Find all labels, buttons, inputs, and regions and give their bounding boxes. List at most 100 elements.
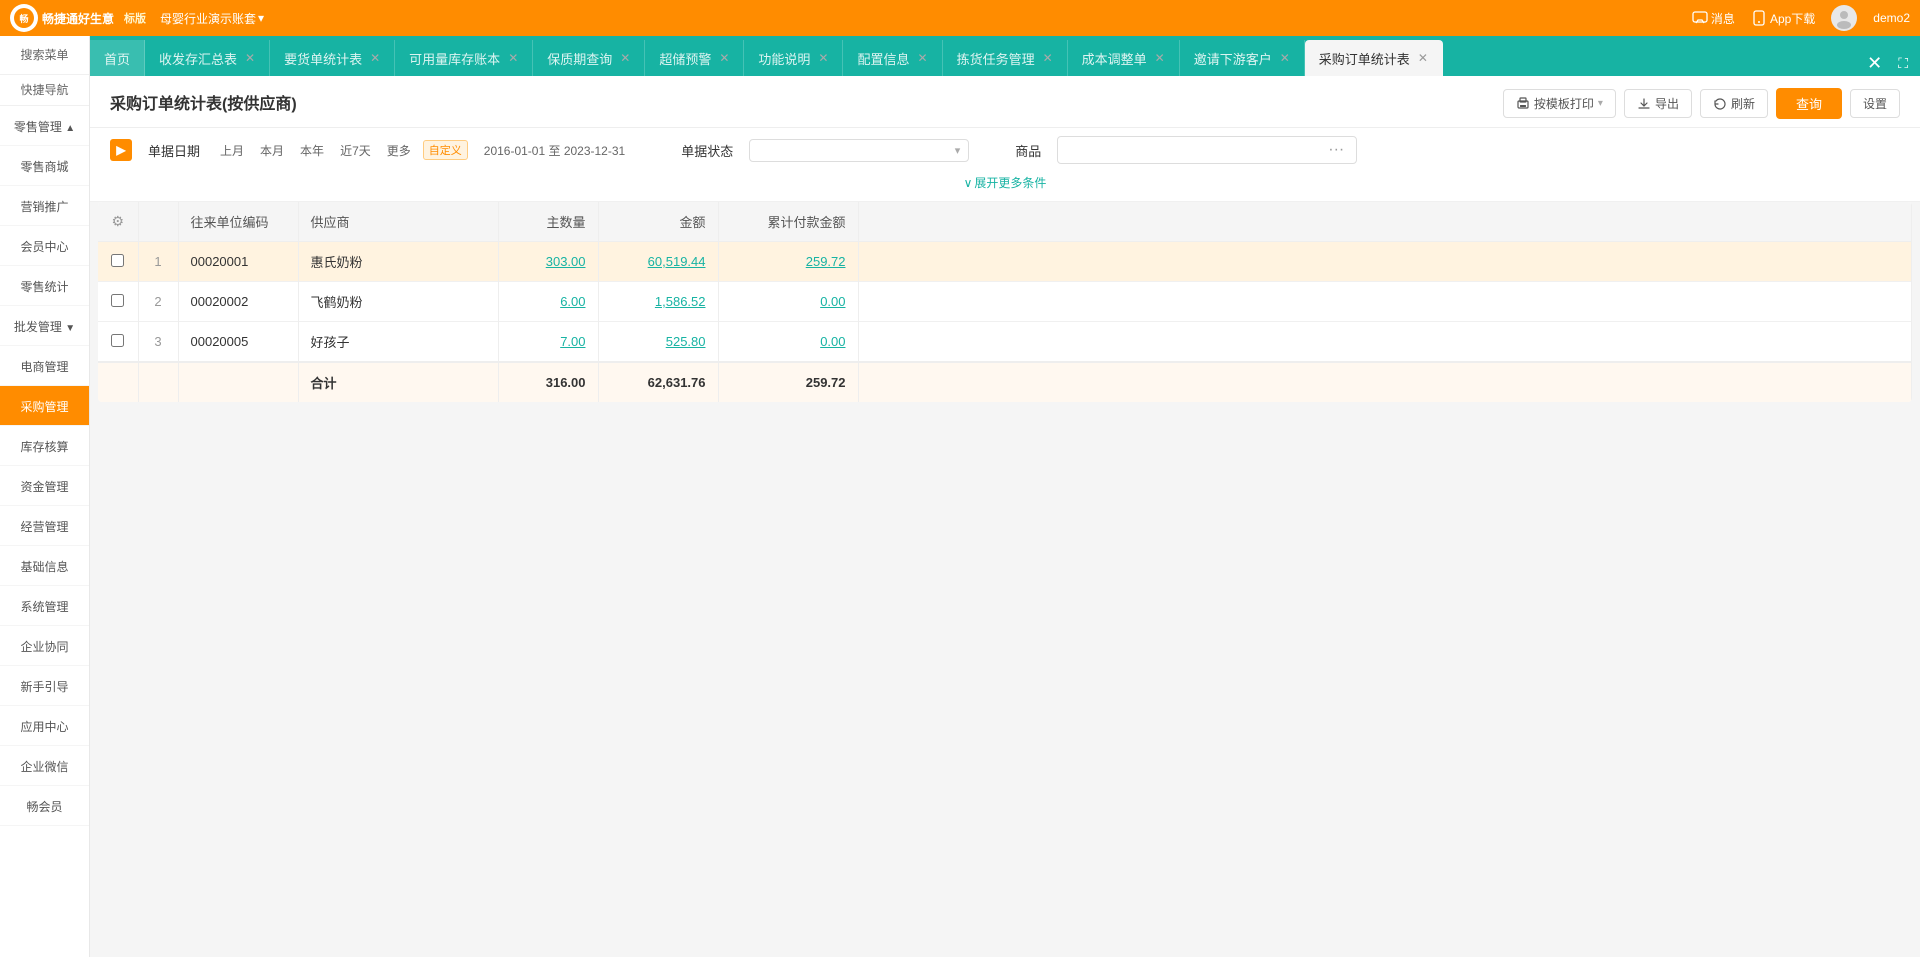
- tab-config-info[interactable]: 配置信息 ✕: [843, 40, 942, 76]
- tab-close-purchase-order-stats[interactable]: ✕: [1418, 51, 1428, 65]
- goods-more-icon[interactable]: ···: [1324, 141, 1348, 159]
- tab-close-cost-adjust[interactable]: ✕: [1155, 51, 1165, 65]
- app-download-button[interactable]: App下载: [1751, 10, 1815, 27]
- avatar: [1831, 5, 1857, 31]
- date-shortcuts: 上月 本月 本年 近7天 更多 自定义: [216, 140, 468, 161]
- footer-extra: [858, 362, 1912, 402]
- status-dropdown-icon: ▾: [955, 144, 961, 157]
- tab-func-desc[interactable]: 功能说明 ✕: [744, 40, 843, 76]
- table-header-row: ⚙ 往来单位编码 供应商 主数量 金额 累计付款金额: [98, 202, 1912, 242]
- sidebar-item-sys-mgmt[interactable]: 系统管理: [0, 586, 89, 626]
- date-btn-this-month[interactable]: 本月: [256, 140, 288, 161]
- workspace-selector[interactable]: 母婴行业演示账套 ▾: [160, 10, 264, 27]
- sidebar-item-ops-mgmt[interactable]: 经营管理: [0, 506, 89, 546]
- tab-purchase-order-stats[interactable]: 采购订单统计表 ✕: [1305, 40, 1443, 76]
- row-supplier-1: 惠氏奶粉: [298, 242, 498, 282]
- tab-close-pick-task[interactable]: ✕: [1043, 51, 1053, 65]
- print-dropdown-icon[interactable]: ▾: [1598, 98, 1603, 109]
- table-footer: 合计 316.00 62,631.76 259.72: [98, 362, 1912, 402]
- sidebar-item-inventory-check[interactable]: 库存核算: [0, 426, 89, 466]
- row-paid-1: 259.72: [718, 242, 858, 282]
- sidebar-item-retail-mgmt[interactable]: 零售管理 ▲: [0, 106, 89, 146]
- tab-close-config-info[interactable]: ✕: [918, 51, 928, 65]
- footer-total-label: 合计: [298, 362, 498, 402]
- col-header-num: [138, 202, 178, 242]
- row-extra-1: [858, 242, 1912, 282]
- topbar-right: 消息 App下载 demo2: [1692, 5, 1910, 31]
- custom-date-tag[interactable]: 自定义: [423, 140, 468, 160]
- export-button[interactable]: 导出: [1624, 89, 1692, 118]
- sidebar-item-basic-info[interactable]: 基础信息: [0, 546, 89, 586]
- tab-close-avail-inventory[interactable]: ✕: [508, 51, 518, 65]
- tab-home[interactable]: 首页: [90, 40, 145, 76]
- sidebar-item-retail-stats[interactable]: 零售统计: [0, 266, 89, 306]
- date-btn-more[interactable]: 更多: [383, 140, 415, 161]
- row-check-2[interactable]: [98, 282, 138, 322]
- settings-button[interactable]: 设置: [1850, 89, 1900, 118]
- status-select[interactable]: ▾: [749, 139, 969, 162]
- filter-section: ▶ 单据日期 上月 本月 本年 近7天 更多 自定义 2016-01-01 至 …: [90, 128, 1920, 202]
- tab-shelf-life[interactable]: 保质期查询 ✕: [533, 40, 645, 76]
- sidebar-quick-nav[interactable]: 快捷导航: [0, 75, 89, 106]
- date-btn-last-month[interactable]: 上月: [216, 140, 248, 161]
- row-check-1[interactable]: [98, 242, 138, 282]
- footer-qty: 316.00: [498, 362, 598, 402]
- refresh-button[interactable]: 刷新: [1700, 89, 1768, 118]
- tab-pick-task[interactable]: 拣货任务管理 ✕: [943, 40, 1068, 76]
- table-row: 2 00020002 飞鹤奶粉 6.00 1,586.52 0.00: [98, 282, 1912, 322]
- row-supplier-3: 好孩子: [298, 322, 498, 363]
- row-qty-1: 303.00: [498, 242, 598, 282]
- table-row: 3 00020005 好孩子 7.00 525.80 0.00: [98, 322, 1912, 363]
- tab-fullscreen-button[interactable]: ⛶: [1894, 53, 1912, 74]
- expand-filter-button[interactable]: ∨ 展开更多条件: [964, 174, 1047, 191]
- sidebar-item-capital-mgmt[interactable]: 资金管理: [0, 466, 89, 506]
- content-area: 首页 收发存汇总表 ✕ 要货单统计表 ✕ 可用量库存账本 ✕ 保质期查询 ✕ 超…: [90, 36, 1920, 957]
- sidebar-item-member-center[interactable]: 会员中心: [0, 226, 89, 266]
- sidebar-item-vip-member[interactable]: 畅会员: [0, 786, 89, 826]
- filter-toggle-button[interactable]: ▶: [110, 139, 132, 161]
- row-check-3[interactable]: [98, 322, 138, 363]
- date-btn-7days[interactable]: 近7天: [336, 140, 375, 161]
- tab-close-invite-downstream[interactable]: ✕: [1280, 51, 1290, 65]
- top-bar: 畅 畅捷通好生意 标版 母婴行业演示账套 ▾ 消息 App下载 demo2: [0, 0, 1920, 36]
- col-header-check: ⚙: [98, 202, 138, 242]
- message-button[interactable]: 消息: [1692, 10, 1735, 27]
- footer-label: [178, 362, 298, 402]
- tab-close-overstock-warning[interactable]: ✕: [719, 51, 729, 65]
- tab-close-all-button[interactable]: ✕: [1863, 51, 1886, 76]
- query-button[interactable]: 查询: [1776, 88, 1842, 119]
- sidebar-item-enterprise-wechat[interactable]: 企业微信: [0, 746, 89, 786]
- sidebar-item-app-center[interactable]: 应用中心: [0, 706, 89, 746]
- workspace-label: 母婴行业演示账套: [160, 10, 256, 27]
- sidebar-search[interactable]: 搜索菜单: [0, 36, 89, 75]
- goods-input[interactable]: ···: [1057, 136, 1357, 164]
- sidebar-item-purchase-mgmt[interactable]: 采购管理: [0, 386, 89, 426]
- tab-receive-send[interactable]: 收发存汇总表 ✕: [145, 40, 270, 76]
- sidebar-item-retail-store[interactable]: 零售商城: [0, 146, 89, 186]
- gear-icon[interactable]: ⚙: [111, 213, 124, 229]
- col-header-paid: 累计付款金额: [718, 202, 858, 242]
- search-menu-label[interactable]: 搜索菜单: [20, 48, 68, 62]
- quick-nav-label[interactable]: 快捷导航: [20, 83, 68, 97]
- date-btn-this-year[interactable]: 本年: [296, 140, 328, 161]
- tab-close-receive-send[interactable]: ✕: [245, 51, 255, 65]
- tab-avail-inventory[interactable]: 可用量库存账本 ✕: [395, 40, 533, 76]
- tab-req-stats[interactable]: 要货单统计表 ✕: [270, 40, 395, 76]
- table-body: 1 00020001 惠氏奶粉 303.00 60,519.44 259.72 …: [98, 242, 1912, 363]
- sidebar-item-enterprise-coop[interactable]: 企业协同: [0, 626, 89, 666]
- tab-close-req-stats[interactable]: ✕: [370, 51, 380, 65]
- username-label[interactable]: demo2: [1873, 11, 1910, 25]
- sidebar-item-ecommerce-mgmt[interactable]: 电商管理: [0, 346, 89, 386]
- tab-cost-adjust[interactable]: 成本调整单 ✕: [1068, 40, 1180, 76]
- page-content: 采购订单统计表(按供应商) 按模板打印 ▾ 导出 刷新: [90, 76, 1920, 957]
- footer-check: [98, 362, 138, 402]
- tab-close-func-desc[interactable]: ✕: [818, 51, 828, 65]
- tab-overstock-warning[interactable]: 超储预警 ✕: [645, 40, 744, 76]
- tab-close-shelf-life[interactable]: ✕: [620, 51, 630, 65]
- print-button[interactable]: 按模板打印 ▾: [1503, 89, 1616, 118]
- sidebar-item-marketing[interactable]: 营销推广: [0, 186, 89, 226]
- sidebar-item-wholesale-mgmt[interactable]: 批发管理 ▼: [0, 306, 89, 346]
- logo: 畅 畅捷通好生意: [10, 4, 114, 32]
- tab-invite-downstream[interactable]: 邀请下游客户 ✕: [1180, 40, 1305, 76]
- sidebar-item-newbie-guide[interactable]: 新手引导: [0, 666, 89, 706]
